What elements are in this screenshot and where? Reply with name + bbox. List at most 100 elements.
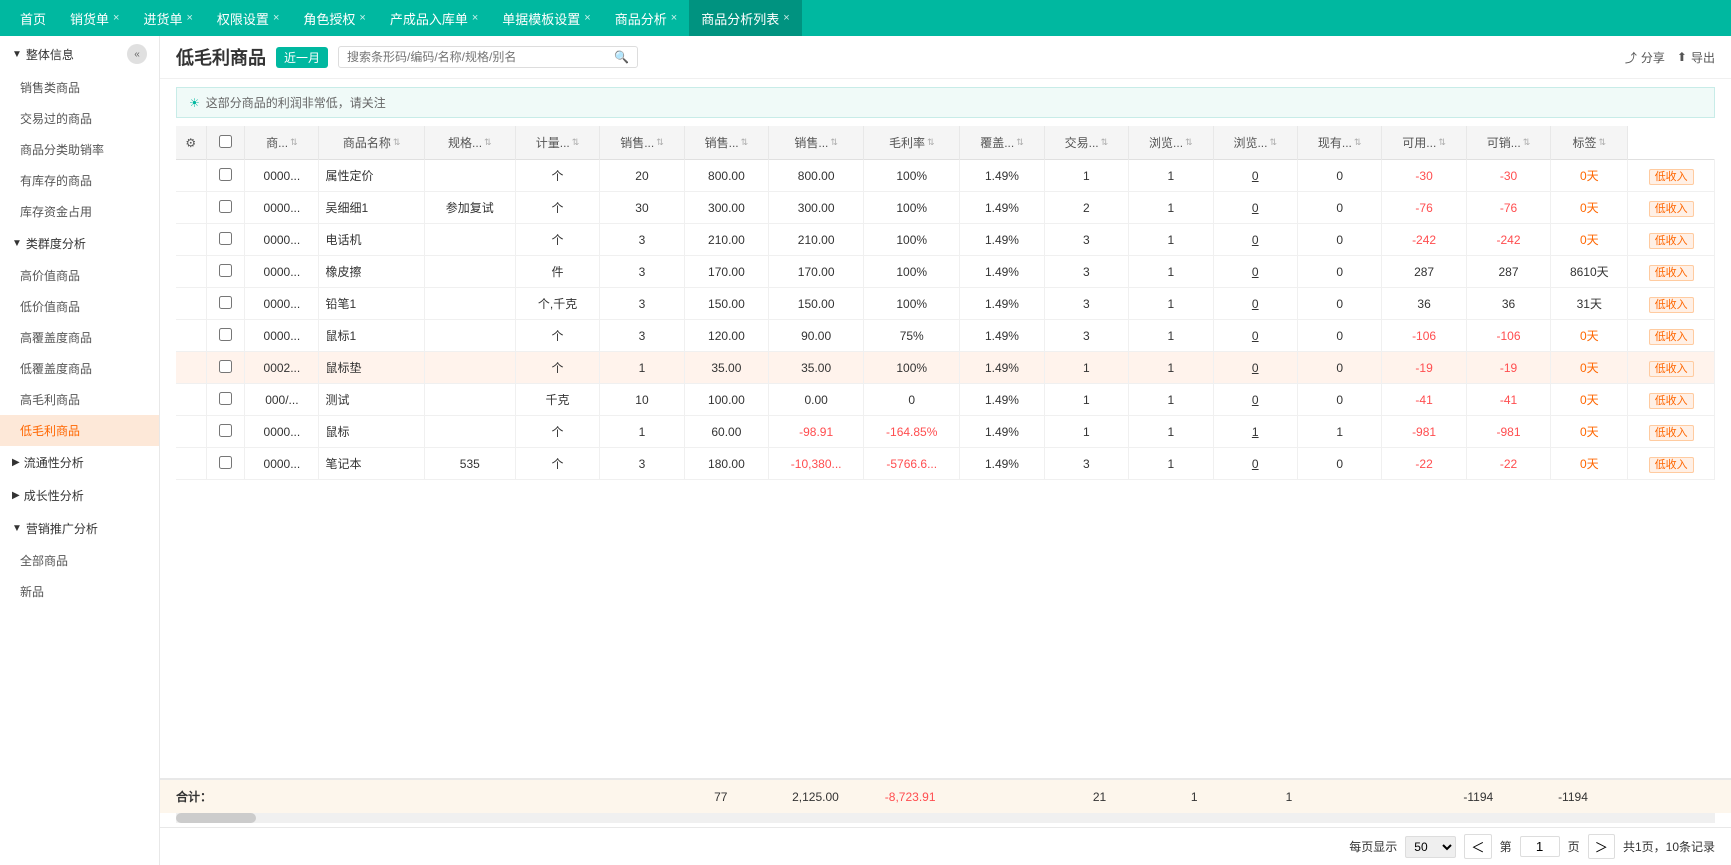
- share-button[interactable]: ⤴ 分享: [1625, 49, 1665, 66]
- nav-item-templates[interactable]: 单据模板设置 ×: [490, 0, 602, 36]
- td-checkbox[interactable]: [206, 224, 245, 256]
- sidebar-section-growth[interactable]: ▶ 成长性分析: [0, 479, 159, 512]
- th-browse1[interactable]: 浏览...⇅: [1129, 126, 1213, 160]
- sidebar-section-marketing[interactable]: ▼ 营销推广分析: [0, 512, 159, 545]
- browse1-link[interactable]: 0: [1252, 201, 1259, 215]
- nav-close-permissions[interactable]: ×: [273, 12, 279, 24]
- sidebar-item-sales-goods[interactable]: 销售类商品: [0, 72, 159, 103]
- gear-icon[interactable]: ⚙: [185, 136, 196, 150]
- sidebar-item-category-rate[interactable]: 商品分类助销率: [0, 134, 159, 165]
- sort-code[interactable]: ⇅: [290, 137, 298, 148]
- sidebar-item-stock-capital[interactable]: 库存资金占用: [0, 196, 159, 227]
- search-icon[interactable]: 🔍: [614, 50, 629, 64]
- sort-current[interactable]: ⇅: [1354, 137, 1362, 148]
- next-page-button[interactable]: ＞: [1588, 834, 1615, 859]
- sidebar-item-traded-goods[interactable]: 交易过的商品: [0, 103, 159, 134]
- row-checkbox[interactable]: [219, 168, 232, 181]
- th-current[interactable]: 现有...⇅: [1297, 126, 1381, 160]
- td-browse1[interactable]: 0: [1213, 384, 1297, 416]
- sort-browse2[interactable]: ⇅: [1269, 137, 1277, 148]
- nav-item-sales[interactable]: 销货单 ×: [58, 0, 131, 36]
- td-browse1[interactable]: 0: [1213, 256, 1297, 288]
- td-checkbox[interactable]: [206, 384, 245, 416]
- row-checkbox[interactable]: [219, 456, 232, 469]
- nav-close-purchase[interactable]: ×: [186, 12, 192, 24]
- sidebar-item-low-value[interactable]: 低价值商品: [0, 291, 159, 322]
- nav-close-products[interactable]: ×: [472, 12, 478, 24]
- td-browse1[interactable]: 0: [1213, 224, 1297, 256]
- nav-item-products[interactable]: 产成品入库单 ×: [378, 0, 490, 36]
- sort-unit[interactable]: ⇅: [572, 137, 580, 148]
- nav-item-purchase[interactable]: 进货单 ×: [131, 0, 204, 36]
- sort-sales-profit[interactable]: ⇅: [830, 137, 838, 148]
- page-number-input[interactable]: [1520, 836, 1560, 857]
- browse1-link[interactable]: 0: [1252, 393, 1259, 407]
- browse1-link[interactable]: 0: [1252, 233, 1259, 247]
- sort-margin[interactable]: ⇅: [927, 137, 935, 148]
- sidebar-item-high-coverage[interactable]: 高覆盖度商品: [0, 322, 159, 353]
- sidebar-item-high-margin[interactable]: 高毛利商品: [0, 384, 159, 415]
- sidebar-item-stock-goods[interactable]: 有库存的商品: [0, 165, 159, 196]
- browse1-link[interactable]: 0: [1252, 361, 1259, 375]
- th-sellable[interactable]: 可销...⇅: [1466, 126, 1550, 160]
- browse1-link[interactable]: 0: [1252, 297, 1259, 311]
- search-input[interactable]: [347, 50, 614, 64]
- sort-tag[interactable]: ⇅: [1599, 137, 1607, 148]
- th-gear[interactable]: ⚙: [176, 126, 206, 160]
- row-checkbox[interactable]: [219, 424, 232, 437]
- prev-page-button[interactable]: ＜: [1464, 834, 1491, 859]
- td-checkbox[interactable]: [206, 320, 245, 352]
- td-checkbox[interactable]: [206, 160, 245, 192]
- row-checkbox[interactable]: [219, 200, 232, 213]
- period-badge[interactable]: 近一月: [276, 47, 328, 68]
- row-checkbox[interactable]: [219, 328, 232, 341]
- sidebar-section-overall[interactable]: ▼ 整体信息 «: [0, 36, 159, 72]
- select-all-checkbox[interactable]: [219, 135, 232, 148]
- nav-close-sales[interactable]: ×: [113, 12, 119, 24]
- th-checkbox[interactable]: [206, 126, 245, 160]
- nav-close-roles[interactable]: ×: [359, 12, 365, 24]
- th-tag[interactable]: 标签⇅: [1551, 126, 1628, 160]
- sort-browse1[interactable]: ⇅: [1185, 137, 1193, 148]
- th-available[interactable]: 可用...⇅: [1382, 126, 1466, 160]
- td-browse1[interactable]: 0: [1213, 352, 1297, 384]
- th-sales-profit[interactable]: 销售...⇅: [769, 126, 864, 160]
- nav-item-roles[interactable]: 角色授权 ×: [291, 0, 377, 36]
- td-checkbox[interactable]: [206, 192, 245, 224]
- nav-item-home[interactable]: 首页: [8, 0, 58, 36]
- sidebar-item-high-value[interactable]: 高价值商品: [0, 260, 159, 291]
- sort-sales-qty[interactable]: ⇅: [656, 137, 664, 148]
- td-browse1[interactable]: 0: [1213, 448, 1297, 480]
- th-margin[interactable]: 毛利率⇅: [864, 126, 960, 160]
- sidebar-section-flow[interactable]: ▶ 流通性分析: [0, 446, 159, 479]
- nav-item-permissions[interactable]: 权限设置 ×: [205, 0, 291, 36]
- th-browse2[interactable]: 浏览...⇅: [1213, 126, 1297, 160]
- sidebar-item-new-goods[interactable]: 新品: [0, 576, 159, 607]
- export-button[interactable]: ⬆ 导出: [1677, 49, 1715, 66]
- td-browse1[interactable]: 0: [1213, 288, 1297, 320]
- row-checkbox[interactable]: [219, 360, 232, 373]
- th-code[interactable]: 商...⇅: [245, 126, 319, 160]
- sort-coverage[interactable]: ⇅: [1016, 137, 1024, 148]
- browse1-link[interactable]: 0: [1252, 169, 1259, 183]
- sort-sellable[interactable]: ⇅: [1523, 137, 1531, 148]
- sort-transaction[interactable]: ⇅: [1101, 137, 1109, 148]
- nav-item-analysis[interactable]: 商品分析 ×: [603, 0, 689, 36]
- scrollbar-container[interactable]: [176, 813, 1715, 823]
- row-checkbox[interactable]: [219, 232, 232, 245]
- sort-spec[interactable]: ⇅: [484, 137, 492, 148]
- nav-close-analysis[interactable]: ×: [671, 12, 677, 24]
- sidebar-item-all-goods[interactable]: 全部商品: [0, 545, 159, 576]
- row-checkbox[interactable]: [219, 392, 232, 405]
- sort-available[interactable]: ⇅: [1438, 137, 1446, 148]
- td-browse1[interactable]: 0: [1213, 160, 1297, 192]
- browse1-link[interactable]: 0: [1252, 265, 1259, 279]
- sidebar-item-low-margin[interactable]: 低毛利商品: [0, 415, 159, 446]
- th-name[interactable]: 商品名称⇅: [319, 126, 424, 160]
- nav-close-templates[interactable]: ×: [584, 12, 590, 24]
- row-checkbox[interactable]: [219, 264, 232, 277]
- td-browse1[interactable]: 0: [1213, 320, 1297, 352]
- td-browse1[interactable]: 1: [1213, 416, 1297, 448]
- td-checkbox[interactable]: [206, 352, 245, 384]
- th-sales-qty[interactable]: 销售...⇅: [600, 126, 684, 160]
